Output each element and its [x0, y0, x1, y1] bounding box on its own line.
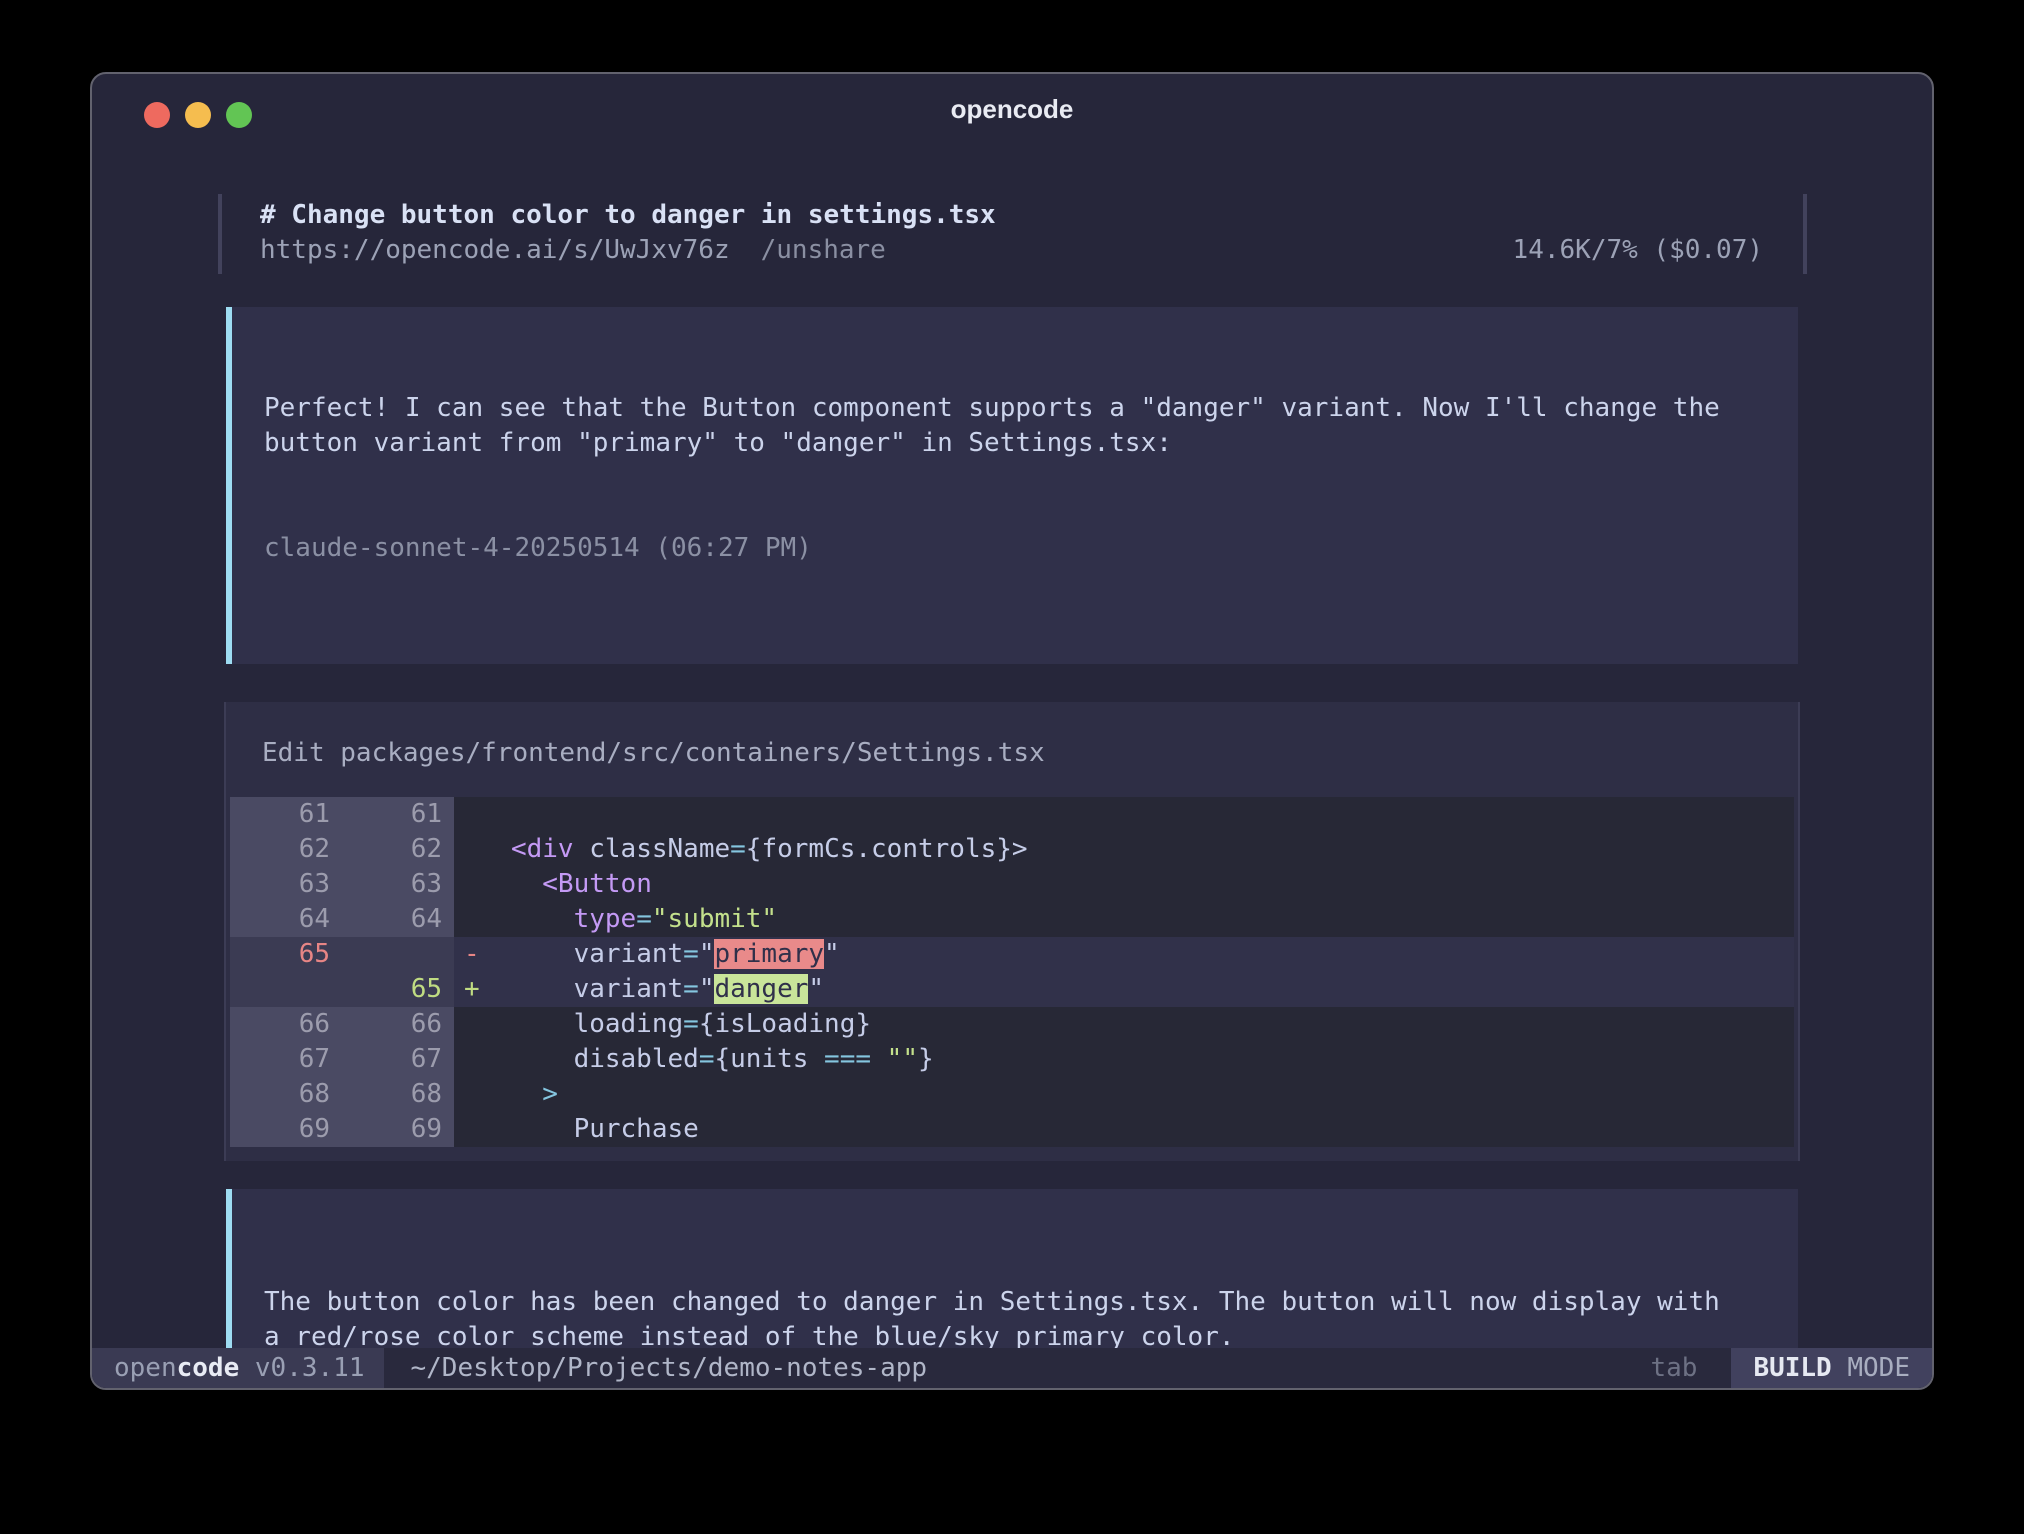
- new-line-number: 61: [342, 797, 454, 832]
- new-line-number: 62: [342, 832, 454, 867]
- mode-label-bold: BUILD: [1753, 1353, 1831, 1383]
- old-line-number: 67: [230, 1042, 342, 1077]
- diff-line-content: Purchase: [454, 1112, 1794, 1147]
- new-line-number: 63: [342, 867, 454, 902]
- mode-label-rest: MODE: [1832, 1353, 1910, 1383]
- diff-view: 61616262 <div className={formCs.controls…: [230, 797, 1794, 1147]
- diff-line-content: type="submit": [454, 902, 1794, 937]
- token-usage-cost: 14.6K/7% ($0.07): [1513, 233, 1763, 268]
- model-timestamp: claude-sonnet-4-20250514 (06:27 PM): [264, 531, 1798, 566]
- diff-line-content: - variant="primary": [454, 937, 1794, 972]
- session-title: # Change button color to danger in setti…: [260, 198, 1763, 233]
- opencode-window: opencode # Change button color to danger…: [90, 72, 1934, 1390]
- old-line-number: 69: [230, 1112, 342, 1147]
- message-text: Perfect! I can see that the Button compo…: [264, 391, 1798, 461]
- status-bar: opencode v0.3.11 ~/Desktop/Projects/demo…: [92, 1348, 1932, 1388]
- spacer: [927, 1348, 1650, 1388]
- diff-line-content: <Button: [454, 867, 1794, 902]
- diff-row: 6464 type="submit": [230, 902, 1794, 937]
- diff-row: 6767 disabled={units === ""}: [230, 1042, 1794, 1077]
- old-line-number: 66: [230, 1007, 342, 1042]
- new-line-number: 64: [342, 902, 454, 937]
- diff-row: 6969 Purchase: [230, 1112, 1794, 1147]
- app-name-code: code: [177, 1353, 240, 1383]
- old-line-number: [230, 972, 342, 1007]
- diff-row: 6262 <div className={formCs.controls}>: [230, 832, 1794, 867]
- diff-line-content: [454, 797, 1794, 832]
- diff-row: 65 - variant="primary": [230, 937, 1794, 972]
- diff-row: 6161: [230, 797, 1794, 832]
- message-line: Perfect! I can see that the Button compo…: [264, 391, 1798, 426]
- diff-line-content: loading={isLoading}: [454, 1007, 1794, 1042]
- diff-line-content: <div className={formCs.controls}>: [454, 832, 1794, 867]
- diff-row: 65+ variant="danger": [230, 972, 1794, 1007]
- diff-line-content: >: [454, 1077, 1794, 1112]
- old-line-number: 62: [230, 832, 342, 867]
- edit-tool-title: Edit packages/frontend/src/containers/Se…: [226, 702, 1798, 797]
- app-version-chip: opencode v0.3.11: [92, 1348, 384, 1388]
- new-line-number: 67: [342, 1042, 454, 1077]
- app-version: v0.3.11: [239, 1353, 364, 1383]
- unshare-command[interactable]: /unshare: [761, 233, 886, 268]
- tab-key-hint: tab: [1650, 1348, 1697, 1388]
- new-line-number: 66: [342, 1007, 454, 1042]
- message-line: button variant from "primary" to "danger…: [264, 426, 1798, 461]
- share-url-link[interactable]: https://opencode.ai/s/UwJxv76z: [260, 233, 730, 268]
- diff-row: 6666 loading={isLoading}: [230, 1007, 1794, 1042]
- new-line-number: 65: [342, 972, 454, 1007]
- old-line-number: 65: [230, 937, 342, 972]
- diff-row: 6868 >: [230, 1077, 1794, 1112]
- window-title: opencode: [92, 94, 1932, 125]
- assistant-message: Perfect! I can see that the Button compo…: [226, 307, 1798, 664]
- spacer: [886, 233, 1513, 268]
- app-name-open: open: [114, 1353, 177, 1383]
- old-line-number: 63: [230, 867, 342, 902]
- old-line-number: 64: [230, 902, 342, 937]
- diff-line-content: + variant="danger": [454, 972, 1794, 1007]
- session-meta: https://opencode.ai/s/UwJxv76z /unshare …: [260, 233, 1763, 268]
- mode-indicator[interactable]: BUILD MODE: [1731, 1348, 1932, 1388]
- diff-line-content: disabled={units === ""}: [454, 1042, 1794, 1077]
- new-line-number: [342, 937, 454, 972]
- diff-row: 6363 <Button: [230, 867, 1794, 902]
- titlebar: opencode: [92, 74, 1932, 132]
- message-text: The button color has been changed to dan…: [264, 1285, 1798, 1355]
- new-line-number: 68: [342, 1077, 454, 1112]
- edit-tool-panel: Edit packages/frontend/src/containers/Se…: [224, 702, 1800, 1161]
- old-line-number: 68: [230, 1077, 342, 1112]
- session-header: # Change button color to danger in setti…: [218, 194, 1807, 274]
- message-line: The button color has been changed to dan…: [264, 1285, 1798, 1320]
- new-line-number: 69: [342, 1112, 454, 1147]
- working-directory: ~/Desktop/Projects/demo-notes-app: [410, 1348, 927, 1388]
- old-line-number: 61: [230, 797, 342, 832]
